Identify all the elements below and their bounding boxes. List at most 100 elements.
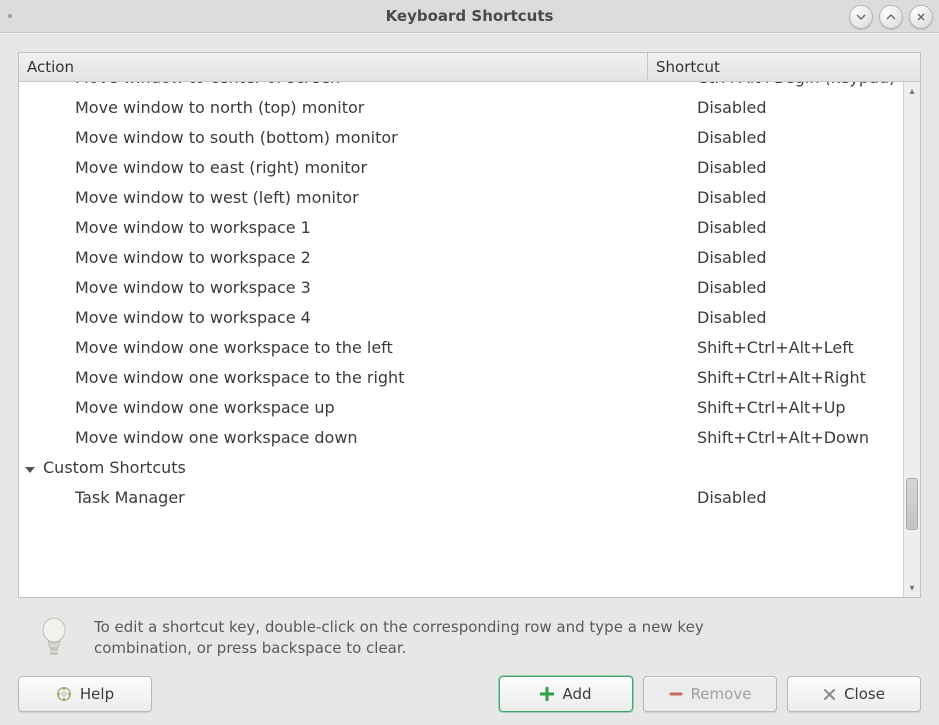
tree-item-row[interactable]: Move window to north (top) monitor Disabl… [19,92,904,122]
cell-shortcut: Shift+Ctrl+Alt+Left [687,338,904,357]
action-label: Move window to workspace 2 [75,248,311,267]
tree-item-row[interactable]: Move window one workspace up Shift+Ctrl+A… [19,392,904,422]
minimize-button[interactable] [849,5,873,29]
cell-shortcut: Disabled [687,98,904,117]
help-button[interactable]: Help [18,676,152,712]
shortcut-label: Ctrl+Alt+Begin (keypad) [697,82,895,87]
action-label: Move window one workspace up [75,398,335,417]
tree-rows: Move window to center of screen Ctrl+Alt+… [19,82,904,512]
close-button-label: Close [844,685,885,703]
cell-action: Move window to workspace 1 [19,218,687,237]
tree-item-row[interactable]: Move window to west (left) monitor Disabl… [19,182,904,212]
shortcut-label: Disabled [697,218,767,237]
action-label: Custom Shortcuts [43,458,186,477]
titlebar-indicator [8,14,12,18]
tree-item-row[interactable]: Task Manager Disabled [19,482,904,512]
scrollbar-down-arrow-icon[interactable]: ▾ [904,579,920,597]
action-label: Move window one workspace to the right [75,368,404,387]
titlebar: Keyboard Shortcuts [0,0,939,33]
expander-icon[interactable] [25,467,35,473]
scrollbar-up-arrow-icon[interactable]: ▴ [904,82,920,100]
shortcut-label: Shift+Ctrl+Alt+Down [697,428,869,447]
shortcut-label: Shift+Ctrl+Alt+Right [697,368,866,387]
window-controls [849,5,933,29]
hint-row: To edit a shortcut key, double-click on … [18,598,921,670]
shortcut-label: Disabled [697,98,767,117]
cell-shortcut: Ctrl+Alt+Begin (keypad) [687,82,904,87]
cell-shortcut: Disabled [687,278,904,297]
cell-action: Task Manager [19,488,687,507]
tree-item-row[interactable]: Move window to workspace 4 Disabled [19,302,904,332]
action-label: Move window to workspace 4 [75,308,311,327]
action-label: Move window to west (left) monitor [75,188,359,207]
cell-action: Move window one workspace to the left [19,338,687,357]
action-label: Move window to workspace 1 [75,218,311,237]
shortcut-label: Disabled [697,488,767,507]
tree-item-row[interactable]: Move window one workspace down Shift+Ctrl… [19,422,904,452]
shortcut-label: Disabled [697,188,767,207]
shortcut-label: Disabled [697,128,767,147]
shortcut-label: Shift+Ctrl+Alt+Up [697,398,846,417]
cell-shortcut: Disabled [687,308,904,327]
action-label: Move window to center of screen [75,82,340,87]
cell-shortcut: Shift+Ctrl+Alt+Right [687,368,904,387]
tree-item-row[interactable]: Move window one workspace to the right Sh… [19,362,904,392]
column-header-shortcut[interactable]: Shortcut [648,53,920,81]
cell-action: Move window one workspace down [19,428,687,447]
tree-item-row[interactable]: Move window to east (right) monitor Disab… [19,152,904,182]
cell-action: Move window to workspace 3 [19,278,687,297]
shortcut-label: Disabled [697,308,767,327]
plus-icon [540,687,554,701]
cell-action: Move window to east (right) monitor [19,158,687,177]
action-label: Move window one workspace down [75,428,358,447]
tree-item-row[interactable]: Move window to south (bottom) monitor Dis… [19,122,904,152]
cell-shortcut: Disabled [687,188,904,207]
remove-button: Remove [643,676,777,712]
remove-button-label: Remove [691,685,752,703]
shortcut-label: Disabled [697,158,767,177]
action-label: Move window to south (bottom) monitor [75,128,398,147]
scrollbar-thumb[interactable] [906,478,918,530]
column-header-action[interactable]: Action [19,53,648,81]
tree-group-row[interactable]: Custom Shortcuts [19,452,904,482]
cell-action: Move window to workspace 2 [19,248,687,267]
close-window-button[interactable] [909,5,933,29]
close-button[interactable]: Close [787,676,921,712]
tree-item-row[interactable]: Move window to center of screen Ctrl+Alt+… [19,82,904,92]
tree-item-row[interactable]: Move window to workspace 1 Disabled [19,212,904,242]
shortcut-label: Disabled [697,248,767,267]
add-button-label: Add [562,685,591,703]
lightbulb-icon [32,616,76,660]
cell-action: Move window to south (bottom) monitor [19,128,687,147]
cell-shortcut: Disabled [687,128,904,147]
cell-shortcut: Disabled [687,488,904,507]
cell-action: Move window one workspace to the right [19,368,687,387]
close-icon [823,688,836,701]
cell-action: Move window to north (top) monitor [19,98,687,117]
vertical-scrollbar[interactable]: ▴ ▾ [903,82,920,597]
tree-scroll-area: Move window to center of screen Ctrl+Alt+… [19,82,920,597]
tree-item-row[interactable]: Move window to workspace 3 Disabled [19,272,904,302]
action-label: Move window to workspace 3 [75,278,311,297]
shortcuts-tree: Action Shortcut Move window to center of… [18,52,921,598]
cell-action: Custom Shortcuts [19,458,655,477]
action-label: Move window to north (top) monitor [75,98,364,117]
shortcut-label: Shift+Ctrl+Alt+Left [697,338,854,357]
tree-item-row[interactable]: Move window to workspace 2 Disabled [19,242,904,272]
add-button[interactable]: Add [499,676,633,712]
help-icon [56,686,72,702]
tree-header: Action Shortcut [19,53,920,82]
cell-shortcut: Disabled [687,158,904,177]
action-label: Move window one workspace to the left [75,338,393,357]
dialog-body: Action Shortcut Move window to center of… [0,33,939,725]
maximize-button[interactable] [879,5,903,29]
cell-action: Move window to center of screen [19,82,687,87]
help-button-label: Help [80,685,114,703]
tree-item-row[interactable]: Move window one workspace to the left Shi… [19,332,904,362]
button-row: Help Add Remove [18,670,921,712]
cell-shortcut: Shift+Ctrl+Alt+Up [687,398,904,417]
scrollbar-track[interactable] [906,100,918,579]
cell-action: Move window one workspace up [19,398,687,417]
action-label: Move window to east (right) monitor [75,158,367,177]
cell-shortcut: Disabled [687,218,904,237]
